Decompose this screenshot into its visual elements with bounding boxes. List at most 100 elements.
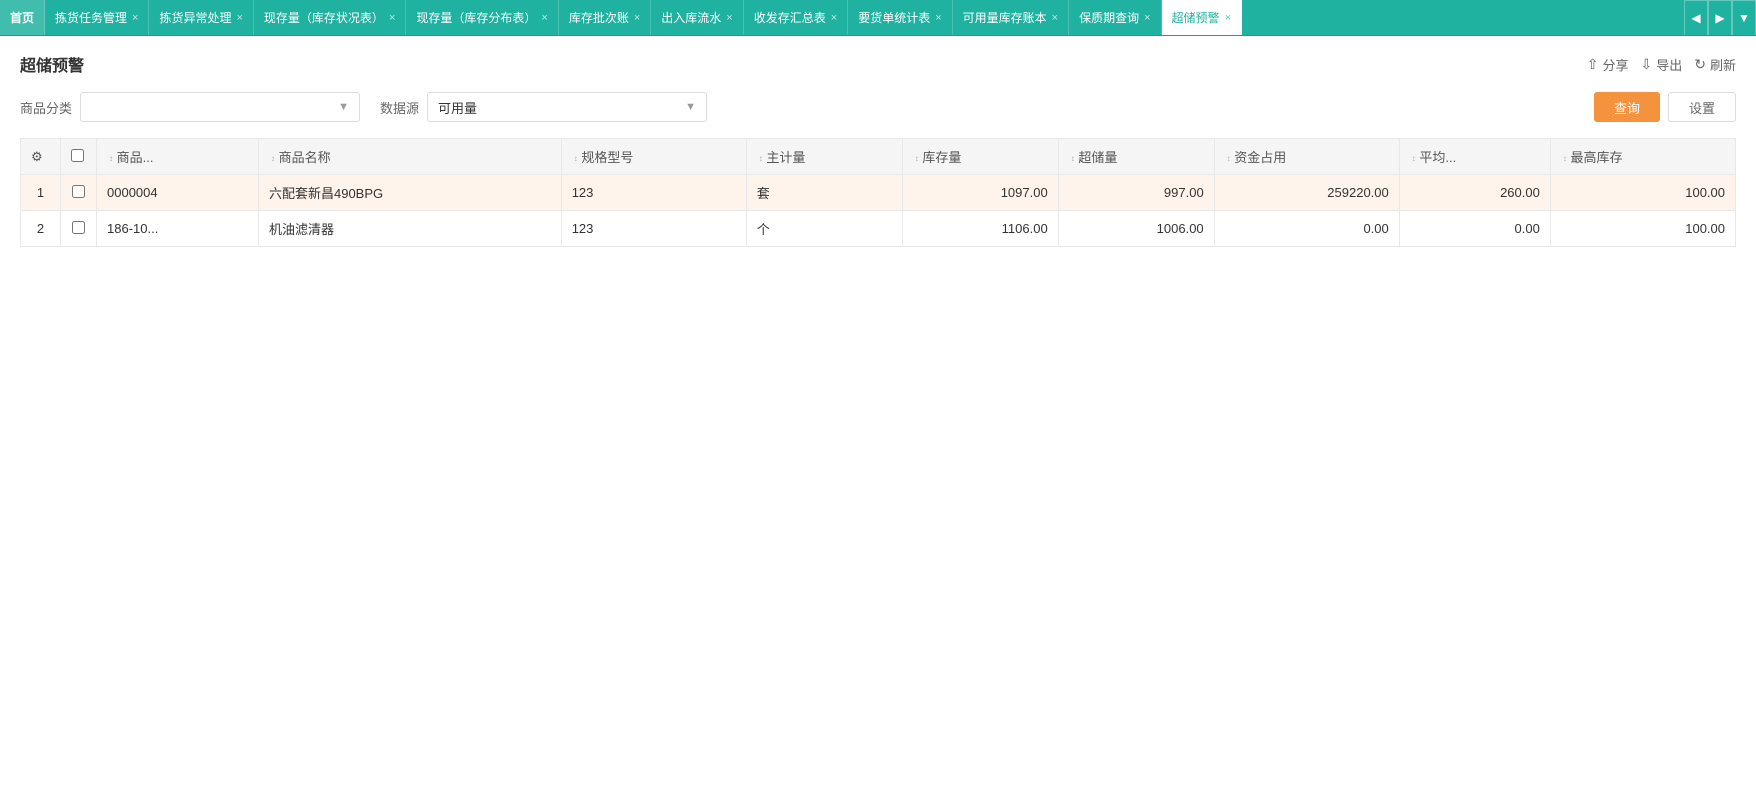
nav-tab-shelf-life[interactable]: 保质期查询 ×	[1069, 0, 1161, 35]
nav-tab-pick-task-close[interactable]: ×	[132, 12, 138, 24]
nav-tab-recv-summary-close[interactable]: ×	[831, 12, 837, 24]
data-source-filter: 数据源 可用量 ▼	[380, 92, 707, 122]
row-checkbox-0[interactable]	[72, 185, 85, 198]
export-icon: ⇩	[1641, 56, 1653, 73]
th-unit[interactable]: ↕ 主计量	[746, 139, 902, 175]
th-capital-usage[interactable]: ↕ 资金占用	[1214, 139, 1399, 175]
page-title: 超储预警	[20, 52, 84, 76]
row-capital-usage-0: 259220.00	[1214, 175, 1399, 211]
row-checkbox-cell-0[interactable]	[61, 175, 97, 211]
sort-icon-capital-usage: ↕	[1227, 155, 1231, 163]
nav-tab-batch-close[interactable]: ×	[634, 12, 640, 24]
nav-tab-pick-task[interactable]: 拣货任务管理 ×	[45, 0, 149, 35]
nav-tab-inout-flow-close[interactable]: ×	[726, 12, 732, 24]
row-avg-1: 0.00	[1399, 211, 1550, 247]
refresh-icon: ↻	[1694, 56, 1706, 73]
row-max-stock-0: 100.00	[1550, 175, 1735, 211]
th-avg[interactable]: ↕ 平均...	[1399, 139, 1550, 175]
th-stock[interactable]: ↕ 库存量	[902, 139, 1058, 175]
sort-icon-product-code: ↕	[109, 155, 113, 163]
th-max-stock[interactable]: ↕ 最高库存	[1550, 139, 1735, 175]
table-row: 2 186-10... 机油滤清器 123 个 1106.00 1006.00 …	[21, 211, 1736, 247]
filter-row: 商品分类 ▼ 数据源 可用量 ▼ 查询 设置	[20, 92, 1736, 122]
row-product-name-0: 六配套新昌490BPG	[258, 175, 561, 211]
th-product-name[interactable]: ↕ 商品名称	[258, 139, 561, 175]
row-over-stock-1: 1006.00	[1058, 211, 1214, 247]
nav-tab-inout-flow-label: 出入库流水	[661, 9, 721, 26]
share-icon: ⇧	[1587, 56, 1599, 73]
th-product-code-label: 商品...	[117, 150, 154, 165]
nav-tab-overstock[interactable]: 超储预警 ×	[1162, 0, 1242, 35]
row-avg-0: 260.00	[1399, 175, 1550, 211]
row-stock-1: 1106.00	[902, 211, 1058, 247]
th-spec[interactable]: ↕ 规格型号	[561, 139, 746, 175]
sort-icon-product-name: ↕	[271, 155, 275, 163]
nav-tab-recv-summary[interactable]: 收发存汇总表 ×	[744, 0, 848, 35]
nav-prev-button[interactable]: ◀	[1684, 0, 1708, 36]
nav-tab-pick-exception[interactable]: 拣货异常处理 ×	[149, 0, 253, 35]
table-header-row: ⚙ ↕ 商品... ↕ 商品名称 ↕ 规格型号 ↕	[21, 139, 1736, 175]
page-content: 超储预警 ⇧ 分享 ⇩ 导出 ↻ 刷新 商品分类 ▼ 数据源	[0, 36, 1756, 263]
nav-tab-stock-dist-close[interactable]: ×	[541, 12, 547, 24]
th-over-stock[interactable]: ↕ 超储量	[1058, 139, 1214, 175]
th-product-code[interactable]: ↕ 商品...	[97, 139, 259, 175]
th-gear[interactable]: ⚙	[21, 139, 61, 175]
settings-button[interactable]: 设置	[1668, 92, 1736, 122]
data-source-value: 可用量	[438, 98, 477, 117]
nav-tab-stock-dist[interactable]: 现存量（库存分布表） ×	[406, 0, 558, 35]
nav-tab-stock-status[interactable]: 现存量（库存状况表） ×	[254, 0, 406, 35]
th-unit-label: 主计量	[766, 150, 805, 165]
nav-tab-batch[interactable]: 库存批次账 ×	[559, 0, 651, 35]
nav-tab-stock-status-close[interactable]: ×	[389, 12, 395, 24]
product-category-arrow-icon: ▼	[338, 101, 349, 113]
nav-tab-shelf-life-close[interactable]: ×	[1144, 12, 1150, 24]
nav-tab-pick-exception-close[interactable]: ×	[236, 12, 242, 24]
table-row: 1 0000004 六配套新昌490BPG 123 套 1097.00 997.…	[21, 175, 1736, 211]
th-spec-label: 规格型号	[581, 150, 633, 165]
page-title-row: 超储预警 ⇧ 分享 ⇩ 导出 ↻ 刷新	[20, 52, 1736, 76]
th-avg-label: 平均...	[1419, 150, 1456, 165]
row-seq-1: 2	[21, 211, 61, 247]
nav-tab-overstock-close[interactable]: ×	[1225, 12, 1231, 24]
share-label: 分享	[1602, 55, 1628, 74]
sort-icon-over-stock: ↕	[1071, 155, 1075, 163]
nav-tab-inout-flow[interactable]: 出入库流水 ×	[651, 0, 743, 35]
nav-tab-home[interactable]: 首页	[0, 0, 45, 35]
row-spec-1: 123	[561, 211, 746, 247]
nav-tab-available-stock-label: 可用量库存账本	[963, 9, 1047, 26]
nav-tab-available-stock-close[interactable]: ×	[1052, 12, 1058, 24]
product-category-select[interactable]: ▼	[80, 92, 360, 122]
top-navigation: 首页 拣货任务管理 × 拣货异常处理 × 现存量（库存状况表） × 现存量（库存…	[0, 0, 1756, 36]
sort-icon-stock: ↕	[915, 155, 919, 163]
row-checkbox-1[interactable]	[72, 221, 85, 234]
sort-icon-avg: ↕	[1412, 155, 1416, 163]
row-checkbox-cell-1[interactable]	[61, 211, 97, 247]
filter-buttons: 查询 设置	[1594, 92, 1736, 122]
nav-menu-button[interactable]: ▼	[1732, 0, 1756, 36]
sort-icon-unit: ↕	[759, 155, 763, 163]
th-select-all[interactable]	[61, 139, 97, 175]
nav-tab-order-stats[interactable]: 要货单统计表 ×	[848, 0, 952, 35]
sort-icon-spec: ↕	[574, 155, 578, 163]
row-unit-0: 套	[746, 175, 902, 211]
query-button[interactable]: 查询	[1594, 92, 1660, 122]
export-label: 导出	[1656, 55, 1682, 74]
refresh-link[interactable]: ↻ 刷新	[1694, 55, 1736, 74]
row-capital-usage-1: 0.00	[1214, 211, 1399, 247]
row-seq-0: 1	[21, 175, 61, 211]
row-spec-0: 123	[561, 175, 746, 211]
product-category-filter: 商品分类 ▼	[20, 92, 360, 122]
select-all-checkbox[interactable]	[71, 149, 84, 162]
share-link[interactable]: ⇧ 分享	[1587, 55, 1629, 74]
nav-tab-available-stock[interactable]: 可用量库存账本 ×	[953, 0, 1069, 35]
th-max-stock-label: 最高库存	[1570, 150, 1622, 165]
th-over-stock-label: 超储量	[1078, 150, 1117, 165]
nav-next-button[interactable]: ▶	[1708, 0, 1732, 36]
export-link[interactable]: ⇩ 导出	[1641, 55, 1683, 74]
th-product-name-label: 商品名称	[279, 150, 331, 165]
nav-tab-order-stats-close[interactable]: ×	[935, 12, 941, 24]
nav-tab-batch-label: 库存批次账	[569, 9, 629, 26]
data-source-select[interactable]: 可用量 ▼	[427, 92, 707, 122]
row-over-stock-0: 997.00	[1058, 175, 1214, 211]
nav-tab-shelf-life-label: 保质期查询	[1079, 9, 1139, 26]
